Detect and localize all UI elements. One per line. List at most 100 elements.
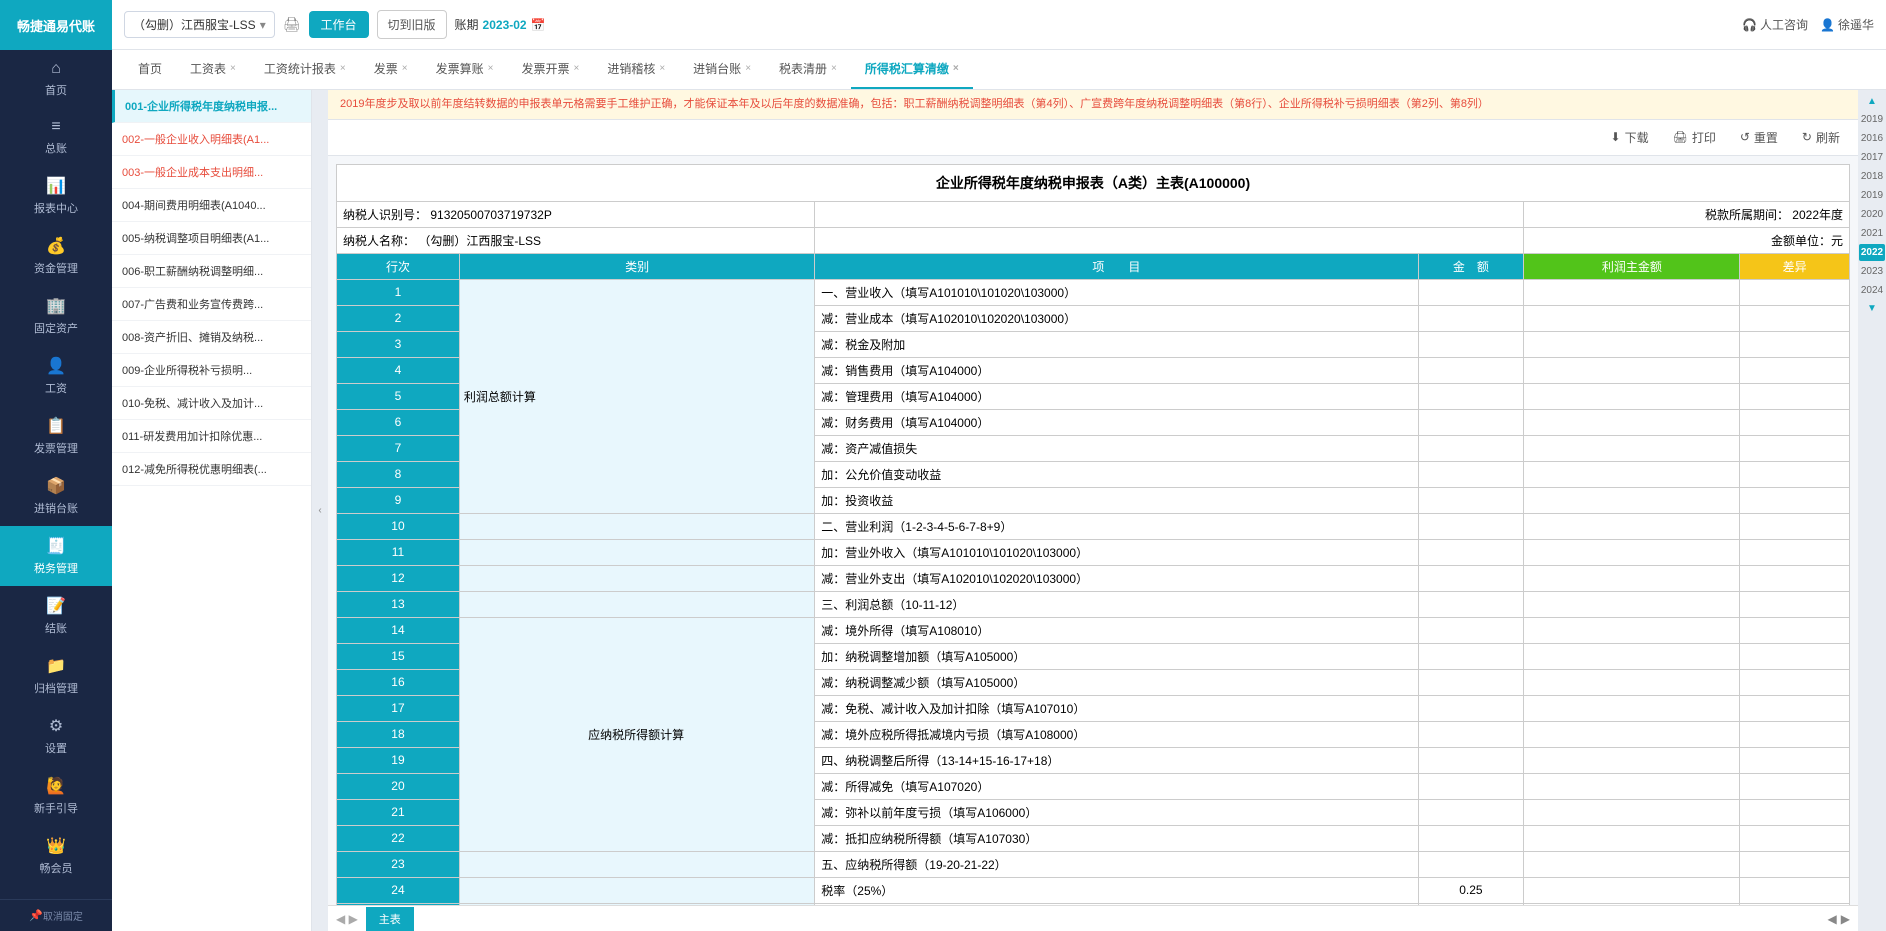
table-info-row-1: 纳税人识别号： 91320500703719732P 税款所属期间： 2022年… [337, 201, 1850, 227]
tab-invoice-open[interactable]: 发票开票× [507, 50, 593, 89]
sidebar-item-invoices[interactable]: 📋 发票管理 [0, 406, 112, 466]
timeline-2018[interactable]: 2018 [1859, 168, 1885, 185]
tax-table: 企业所得税年度纳税申报表（A类）主表(A100000) 纳税人识别号： 9132… [336, 164, 1850, 906]
print-button[interactable]: 🖨 打印 [1667, 126, 1722, 149]
close-tab-purchase-audit[interactable]: × [659, 63, 665, 74]
payroll-icon: 👤 [46, 356, 66, 376]
tax-period-cell: 税款所属期间： 2022年度 [1524, 201, 1850, 227]
sidebar-item-settings[interactable]: ⚙ 设置 [0, 706, 112, 766]
tab-purchase-ledger[interactable]: 进销台账× [679, 50, 765, 89]
service-label[interactable]: 🎧 人工咨询 [1742, 16, 1808, 33]
refresh-button[interactable]: ↻ 刷新 [1796, 126, 1846, 149]
timeline-down-arrow[interactable]: ▼ [1865, 301, 1879, 316]
tab-income-tax[interactable]: 所得税汇算清缴× [851, 50, 973, 89]
timeline-2022[interactable]: 2022 [1859, 244, 1885, 261]
timeline-2021[interactable]: 2021 [1859, 225, 1885, 242]
member-icon: 👑 [46, 836, 66, 856]
left-panel-item-006[interactable]: 006-职工薪酬纳税调整明细... [112, 255, 311, 288]
close-tab-tax-schedule[interactable]: × [831, 63, 837, 74]
row-profit-5 [1524, 279, 1740, 305]
row-amount-5[interactable] [1418, 279, 1524, 305]
close-tab-invoice-open[interactable]: × [573, 63, 579, 74]
timeline-2020[interactable]: 2020 [1859, 206, 1885, 223]
col-header-item: 项 目 [815, 253, 1418, 279]
app-logo: 畅捷通易代账 [0, 0, 112, 50]
left-panel-item-005[interactable]: 005-纳税调整项目明细表(A1... [112, 222, 311, 255]
pin-icon: 📌 [29, 909, 43, 922]
close-tab-income-tax[interactable]: × [953, 63, 959, 74]
sidebar-item-funds[interactable]: 💰 资金管理 [0, 226, 112, 286]
sidebar-item-archive[interactable]: 📁 归档管理 [0, 646, 112, 706]
settings-icon: ⚙ [49, 716, 63, 736]
workbench-button[interactable]: 工作台 [309, 11, 369, 38]
timeline-2019[interactable]: 2019 [1859, 111, 1885, 128]
sidebar-item-sales[interactable]: 📦 进销台账 [0, 466, 112, 526]
table-title-row: 企业所得税年度纳税申报表（A类）主表(A100000) [337, 164, 1850, 201]
left-panel-item-004[interactable]: 004-期间费用明细表(A1040... [112, 189, 311, 222]
left-panel-item-008[interactable]: 008-资产折旧、摊销及纳税... [112, 321, 311, 354]
guide-icon: 🙋 [46, 776, 66, 796]
sidebar-item-reports[interactable]: 📊 报表中心 [0, 166, 112, 226]
reports-icon: 📊 [46, 176, 66, 196]
sidebar-item-closing[interactable]: 📝 结账 [0, 586, 112, 646]
tab-payroll[interactable]: 工资表× [176, 50, 250, 89]
sheet-tab-main[interactable]: 主表 [366, 907, 414, 931]
sidebar-item-member[interactable]: 👑 畅会员 [0, 826, 112, 886]
left-panel-item-003[interactable]: 003-一般企业成本支出明细... [112, 156, 311, 189]
left-panel-item-009[interactable]: 009-企业所得税补亏损明... [112, 354, 311, 387]
print-icon: 🖨 [1673, 130, 1688, 144]
timeline-up-arrow[interactable]: ▲ [1865, 94, 1879, 109]
left-panel-item-002[interactable]: 002-一般企业收入明细表(A1... [112, 123, 311, 156]
left-panel-item-001[interactable]: 001-企业所得税年度纳税申报... [112, 90, 311, 123]
tab-payroll-stats[interactable]: 工资统计报表× [250, 50, 360, 89]
tab-tax-schedule[interactable]: 税表清册× [765, 50, 851, 89]
close-tab-invoices[interactable]: × [402, 63, 408, 74]
tab-invoices[interactable]: 发票× [360, 50, 422, 89]
user-info: 👤 徐遥华 [1820, 16, 1874, 33]
left-panel-item-010[interactable]: 010-免税、减计收入及加计... [112, 387, 311, 420]
timeline-2024[interactable]: 2024 [1859, 282, 1885, 299]
sidebar-item-guide[interactable]: 🙋 新手引导 [0, 766, 112, 826]
close-tab-invoice-calc[interactable]: × [488, 63, 494, 74]
reset-button[interactable]: ↺ 重置 [1734, 126, 1784, 149]
row-num-5: 1 [337, 279, 460, 305]
scroll-arrows[interactable]: ◀ ▶ [1828, 912, 1850, 926]
row-diff-5 [1740, 279, 1850, 305]
timeline-2017[interactable]: 2017 [1859, 149, 1885, 166]
table-row: 24 税率（25%） 0.25 [337, 877, 1850, 903]
close-tab-payroll-stats[interactable]: × [340, 63, 346, 74]
col-header-row: 行次 [337, 253, 460, 279]
timeline-2016[interactable]: 2016 [1859, 130, 1885, 147]
panel-collapse-handle[interactable]: ‹ [312, 90, 328, 931]
scroll-right-icon[interactable]: ▶ [1841, 912, 1850, 926]
download-button[interactable]: ⬇ 下载 [1605, 126, 1655, 149]
nav-tabs: 首页 工资表× 工资统计报表× 发票× 发票算账× 发票开票× 进销稽核× 进销… [112, 50, 1886, 90]
tab-purchase-audit[interactable]: 进销稽核× [593, 50, 679, 89]
tab-home[interactable]: 首页 [124, 50, 176, 89]
sidebar-item-tax[interactable]: 🧾 税务管理 [0, 526, 112, 586]
invoices-icon: 📋 [46, 416, 66, 436]
sidebar-item-home[interactable]: ⌂ 首页 [0, 50, 112, 108]
switch-version-button[interactable]: 切到旧版 [377, 10, 447, 39]
table-info-row-2: 纳税人名称： （勾删）江西服宝-LSS 金额单位：元 [337, 227, 1850, 253]
left-panel-item-012[interactable]: 012-减免所得税优惠明细表(... [112, 453, 311, 486]
left-panel-item-007[interactable]: 007-广告费和业务宣传费跨... [112, 288, 311, 321]
timeline-2023[interactable]: 2023 [1859, 263, 1885, 280]
scroll-left-icon[interactable]: ◀ [1828, 912, 1837, 926]
left-panel-item-011[interactable]: 011-研发费用加计扣除优惠... [112, 420, 311, 453]
timeline-2019b[interactable]: 2019 [1859, 187, 1885, 204]
close-tab-payroll[interactable]: × [230, 63, 236, 74]
close-tab-purchase-ledger[interactable]: × [745, 63, 751, 74]
sidebar-item-payroll[interactable]: 👤 工资 [0, 346, 112, 406]
tax-rate-cell[interactable]: 0.25 [1418, 877, 1524, 903]
reset-icon: ↺ [1740, 130, 1750, 144]
sheet-nav-arrows[interactable]: ◀ ▶ [336, 912, 358, 926]
funds-icon: 💰 [46, 236, 66, 256]
sidebar-item-ledger[interactable]: ≡ 总账 [0, 108, 112, 166]
sidebar-pin-toggle[interactable]: 📌 取消固定 [0, 899, 112, 931]
topbar: （勾删）江西服宝-LSS ▾ 🖨 工作台 切到旧版 账期 2023-02 📅 🎧… [112, 0, 1886, 50]
sales-icon: 📦 [46, 476, 66, 496]
tab-invoice-calc[interactable]: 发票算账× [422, 50, 508, 89]
company-selector[interactable]: （勾删）江西服宝-LSS ▾ [124, 11, 275, 38]
sidebar-item-assets[interactable]: 🏢 固定资产 [0, 286, 112, 346]
